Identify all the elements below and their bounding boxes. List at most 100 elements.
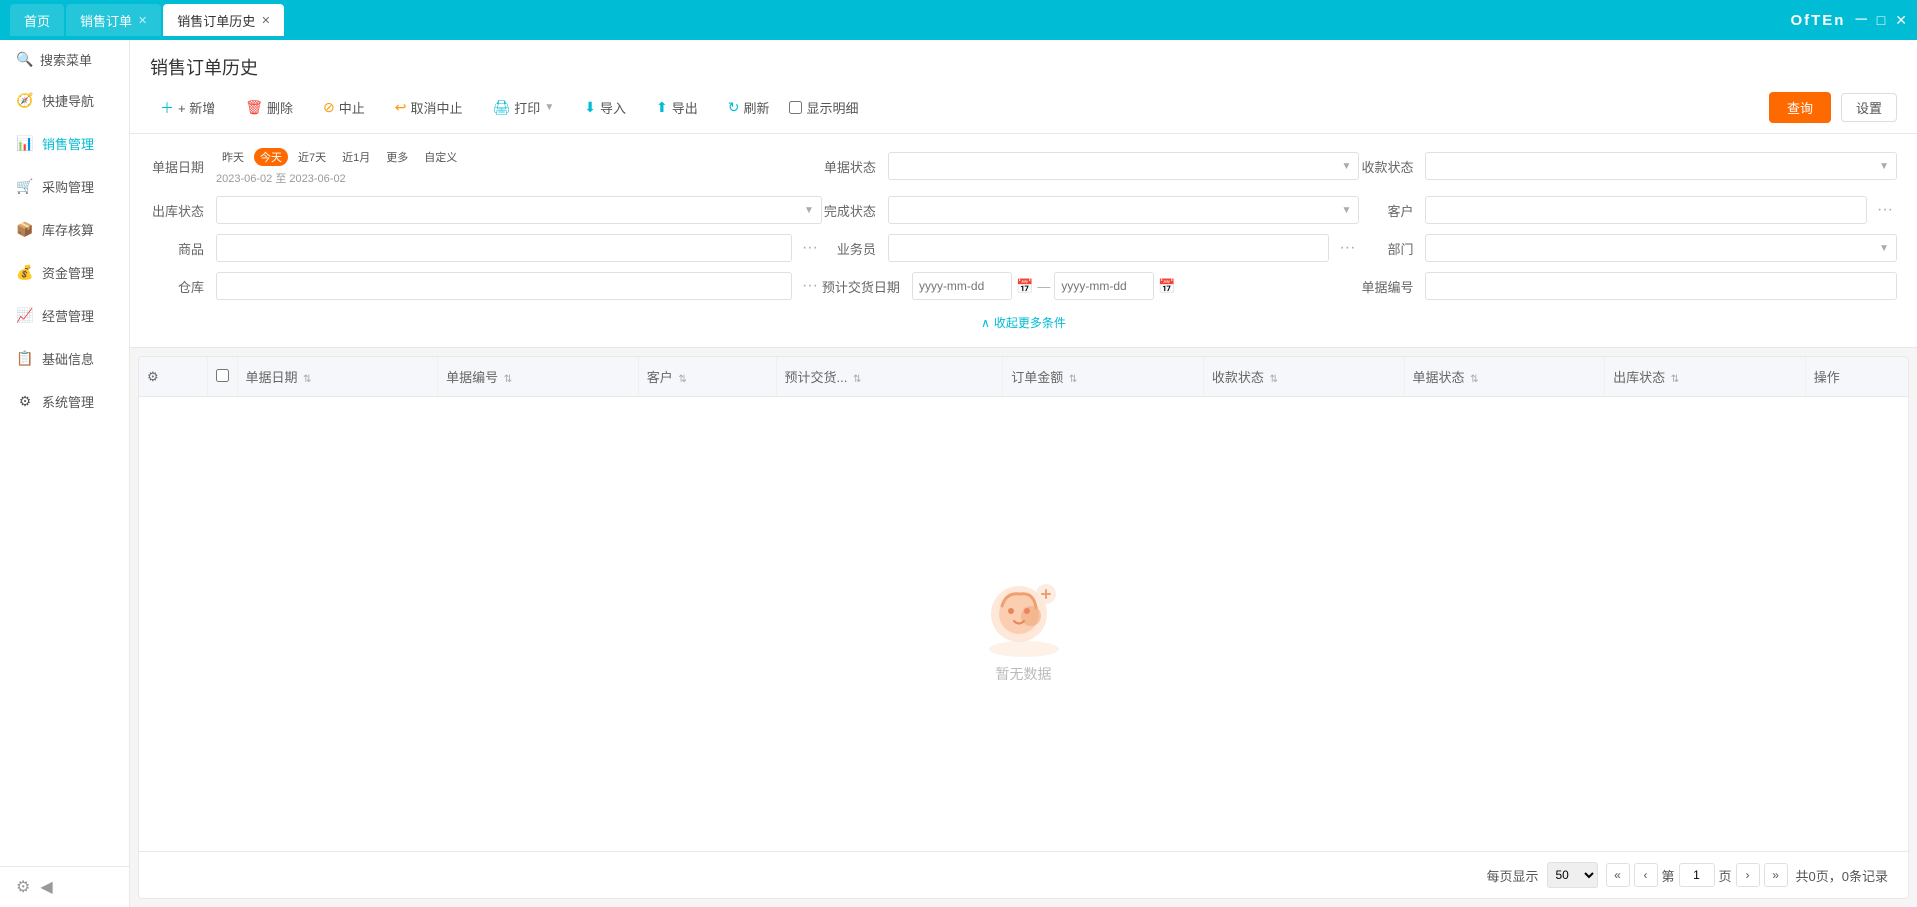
date-tag-today[interactable]: 今天: [254, 148, 288, 166]
refresh-icon: ↻: [728, 99, 740, 116]
collapse-label: 收起更多条件: [994, 314, 1066, 331]
sidebar-bottom: ⚙ ◀: [0, 866, 129, 907]
customer-input[interactable]: [1425, 196, 1867, 224]
complete-status-select[interactable]: [888, 196, 1360, 224]
sidebar-item-search[interactable]: 🔍 搜索菜单: [0, 40, 129, 79]
delete-button[interactable]: 🗑 删除: [235, 94, 303, 121]
collapse-button[interactable]: ∧ 收起更多条件: [150, 310, 1897, 335]
query-button[interactable]: 查询: [1769, 92, 1831, 123]
out-status-select[interactable]: [216, 196, 822, 224]
date-tag-yesterday[interactable]: 昨天: [216, 148, 250, 166]
col-expected-sort[interactable]: ⇅: [853, 374, 861, 385]
display-cols-checkbox[interactable]: [789, 101, 802, 114]
expected-date-range: 📅 — 📅: [912, 272, 1360, 300]
first-page-button[interactable]: «: [1606, 863, 1630, 887]
purchase-icon: 🛒: [16, 178, 34, 196]
expected-date-to[interactable]: [1054, 272, 1154, 300]
sidebar-item-purchase[interactable]: 🛒 采购管理: [0, 165, 129, 208]
next-page-button[interactable]: ›: [1736, 863, 1760, 887]
bill-status-select[interactable]: [888, 152, 1360, 180]
col-amount[interactable]: 订单金额 ⇅: [1003, 357, 1204, 397]
col-customer[interactable]: 客户 ⇅: [638, 357, 776, 397]
stop-button[interactable]: ⊘ 中止: [313, 94, 375, 121]
complete-status-filter: 完成状态 ▼: [822, 196, 1360, 224]
col-receipt-status-sort[interactable]: ⇅: [1270, 374, 1278, 385]
tab-sales-history[interactable]: 销售订单历史 ✕: [163, 4, 284, 36]
sidebar-item-sales[interactable]: 📊 销售管理: [0, 122, 129, 165]
col-receipt-status[interactable]: 收款状态 ⇅: [1203, 357, 1404, 397]
warehouse-input[interactable]: [216, 272, 792, 300]
dept-select[interactable]: [1425, 234, 1897, 262]
import-button[interactable]: ⬇ 导入: [574, 94, 636, 121]
col-customer-sort[interactable]: ⇅: [678, 374, 686, 385]
date-tag-1month[interactable]: 近1月: [336, 148, 376, 166]
per-page-select[interactable]: 10 20 50 100: [1547, 862, 1598, 888]
minimize-button[interactable]: ─: [1855, 11, 1866, 29]
sidebar-item-basics[interactable]: 📋 基础信息: [0, 337, 129, 380]
col-expected[interactable]: 预计交货... ⇅: [776, 357, 1003, 397]
tab-home-label: 首页: [24, 11, 50, 30]
export-button[interactable]: ⬆ 导出: [646, 94, 708, 121]
new-button[interactable]: ＋ + 新增: [150, 94, 225, 122]
sidebar-item-finance[interactable]: 💰 资金管理: [0, 251, 129, 294]
print-button[interactable]: 🖨 打印 ▼: [483, 94, 565, 121]
close-window-button[interactable]: ✕: [1895, 12, 1907, 29]
new-label: + 新增: [178, 98, 215, 117]
delete-label: 删除: [267, 98, 293, 117]
sidebar-item-system[interactable]: ⚙ 系统管理: [0, 380, 129, 423]
col-bill-status-sort[interactable]: ⇅: [1470, 374, 1478, 385]
sidebar-item-purchase-label: 采购管理: [42, 177, 94, 196]
tab-sales-order-close[interactable]: ✕: [138, 14, 147, 27]
col-date[interactable]: 单据日期 ⇅: [237, 357, 438, 397]
sales-rep-input[interactable]: [888, 234, 1330, 262]
calendar-from-icon[interactable]: 📅: [1016, 278, 1033, 295]
sidebar-item-nav[interactable]: 🧭 快捷导航: [0, 79, 129, 122]
tab-list: 首页 销售订单 ✕ 销售订单历史 ✕: [10, 4, 1790, 36]
date-tag-custom[interactable]: 自定义: [418, 148, 463, 166]
filter-area: 单据日期 昨天 今天 近7天 近1月 更多 自定义 2023-06-02 至 2…: [130, 134, 1917, 348]
date-tag-more[interactable]: 更多: [380, 148, 414, 166]
warehouse-dots[interactable]: ···: [798, 278, 822, 294]
select-all-checkbox[interactable]: [216, 369, 229, 382]
sidebar: 🔍 搜索菜单 🧭 快捷导航 📊 销售管理 🛒 采购管理 📦 库存核算 💰 资金管…: [0, 40, 130, 907]
tab-sales-history-close[interactable]: ✕: [261, 14, 270, 27]
col-out-status-sort[interactable]: ⇅: [1671, 374, 1679, 385]
display-cols-toggle[interactable]: 显示明细: [789, 98, 858, 117]
last-page-button[interactable]: »: [1764, 863, 1788, 887]
refresh-button[interactable]: ↻ 刷新: [718, 94, 780, 121]
settings-bottom-icon[interactable]: ⚙: [16, 877, 30, 897]
order-no-input[interactable]: [1425, 272, 1897, 300]
collapse-sidebar-icon[interactable]: ◀: [40, 877, 52, 897]
goods-input[interactable]: [216, 234, 792, 262]
sidebar-item-inventory[interactable]: 📦 库存核算: [0, 208, 129, 251]
top-bar-right: OfTEn ─ □ ✕: [1790, 11, 1907, 29]
col-bill-status[interactable]: 单据状态 ⇅: [1404, 357, 1605, 397]
col-customer-label: 客户: [647, 370, 673, 385]
expected-date-from[interactable]: [912, 272, 1012, 300]
calendar-to-icon[interactable]: 📅: [1158, 278, 1175, 295]
date-tag-7days[interactable]: 近7天: [292, 148, 332, 166]
goods-dots[interactable]: ···: [798, 240, 822, 256]
filter-row-3: 商品 ··· 业务员 ··· 部门 ▼: [150, 234, 1897, 262]
table-check-col[interactable]: [207, 357, 237, 397]
col-date-sort[interactable]: ⇅: [303, 374, 311, 385]
col-amount-label: 订单金额: [1011, 370, 1063, 385]
cancel-stop-button[interactable]: ↩ 取消中止: [385, 94, 473, 121]
page-number-input[interactable]: [1679, 863, 1715, 887]
col-no-sort[interactable]: ⇅: [504, 374, 512, 385]
table-settings-col[interactable]: ⚙: [139, 357, 207, 397]
settings-button[interactable]: 设置: [1841, 93, 1897, 122]
prev-page-button[interactable]: ‹: [1634, 863, 1658, 887]
sidebar-item-operations[interactable]: 📈 经营管理: [0, 294, 129, 337]
col-out-status[interactable]: 出库状态 ⇅: [1605, 357, 1806, 397]
tab-home[interactable]: 首页: [10, 4, 64, 36]
col-amount-sort[interactable]: ⇅: [1069, 374, 1077, 385]
dept-filter: 部门 ▼: [1359, 234, 1897, 262]
receipt-status-select[interactable]: [1425, 152, 1897, 180]
tab-sales-order[interactable]: 销售订单 ✕: [66, 4, 161, 36]
customer-dots[interactable]: ···: [1873, 202, 1897, 218]
col-no[interactable]: 单据编号 ⇅: [438, 357, 639, 397]
export-label: 导出: [672, 98, 698, 117]
sales-rep-dots[interactable]: ···: [1335, 240, 1359, 256]
maximize-button[interactable]: □: [1877, 12, 1885, 28]
